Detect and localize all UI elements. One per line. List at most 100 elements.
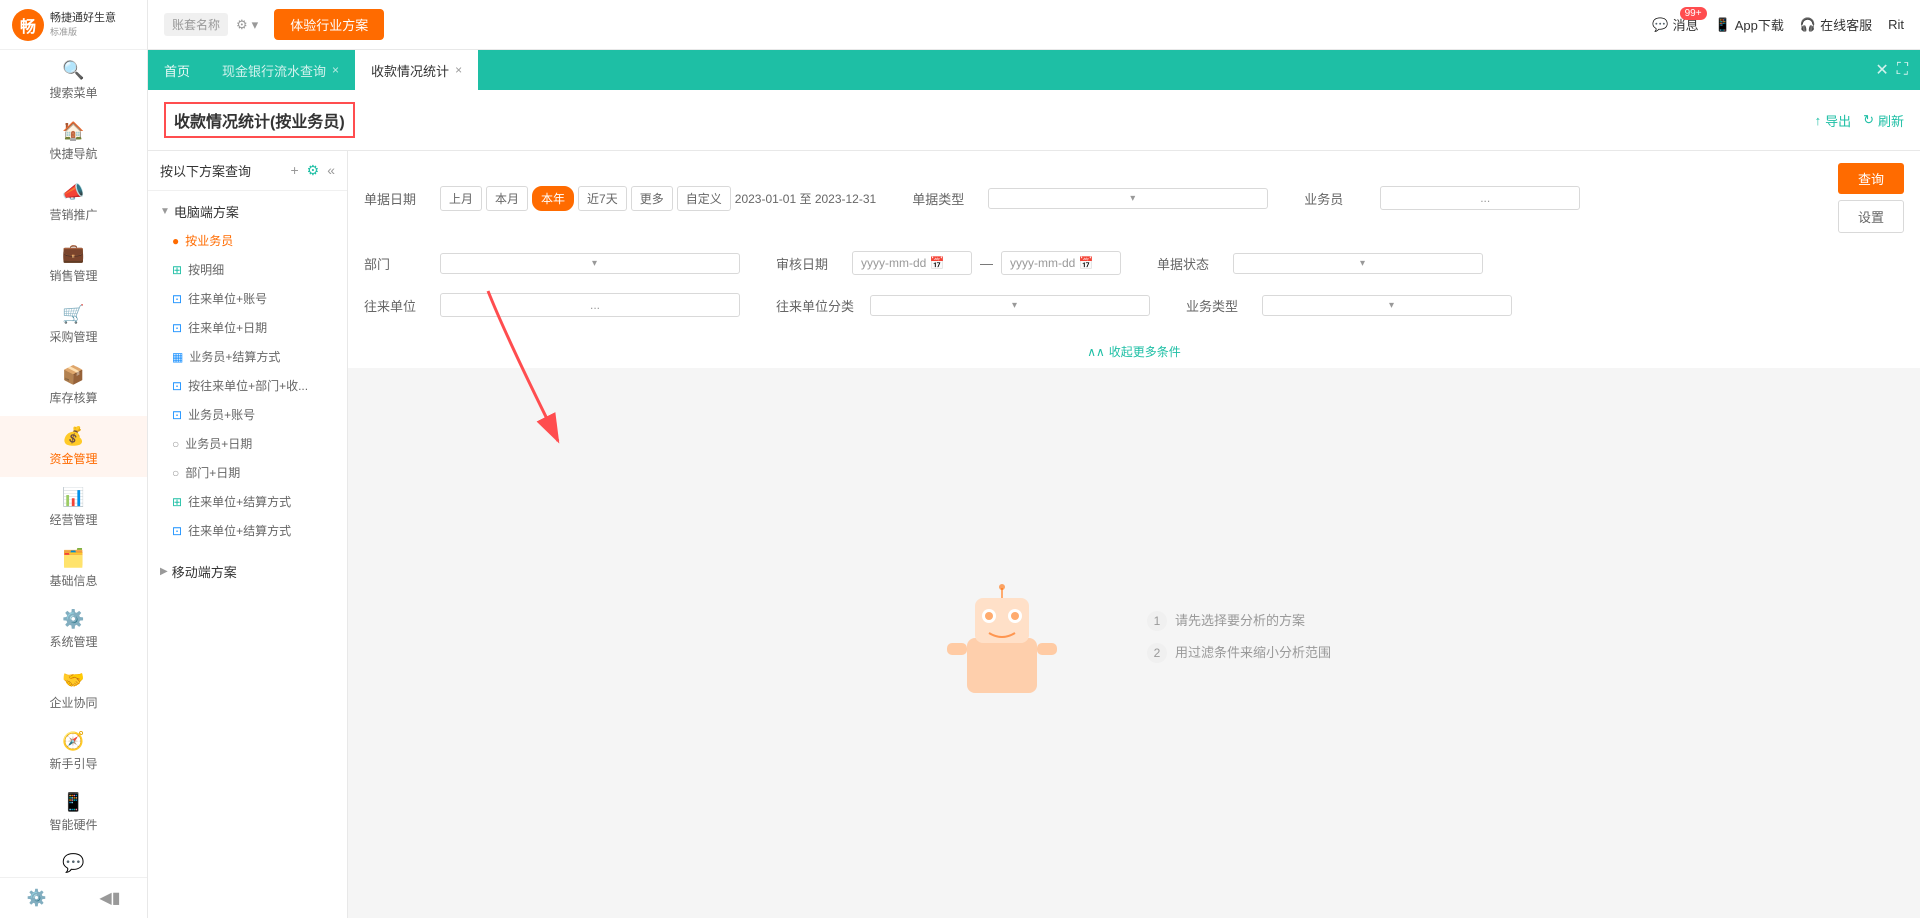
logo-icon: 畅 — [12, 9, 44, 41]
scheme-item-partner-dept-collect[interactable]: ⊡ 按往来单位+部门+收... — [148, 371, 347, 400]
refresh-btn[interactable]: ↻ 刷新 — [1863, 111, 1904, 130]
scheme-group-desktop-header[interactable]: ▼ 电脑端方案 — [148, 197, 347, 226]
scheme-item-by-detail[interactable]: ⊞ 按明细 — [148, 255, 347, 284]
partner-select[interactable]: ... — [440, 293, 740, 317]
sidebar-item-enterprise[interactable]: 🤝 企业协同 — [0, 660, 147, 721]
sidebar-item-search-menu[interactable]: 🔍 搜索菜单 — [0, 50, 147, 111]
scheme-item-icon-4: ▦ — [172, 350, 183, 364]
partner-category-select[interactable]: ▾ — [870, 295, 1150, 316]
hardware-icon: 📱 — [62, 792, 84, 813]
voucher-type-select[interactable]: ▾ — [988, 188, 1268, 209]
date-btn-more[interactable]: 更多 — [631, 186, 673, 211]
empty-state-container: 1 请先选择要分析的方案 2 用过滤条件来缩小分析范围 — [348, 368, 1920, 918]
sidebar-nav: 🔍 搜索菜单 🏠 快捷导航 📣 营销推广 💼 销售管理 🛒 采购管理 📦 库存核… — [0, 50, 147, 877]
tab-collection-stats-close[interactable]: × — [455, 63, 462, 77]
scheme-item-partner-date[interactable]: ⊡ 往来单位+日期 — [148, 313, 347, 342]
date-btn-this-month[interactable]: 本月 — [486, 186, 528, 211]
sidebar-bottom: ⚙️ ◀▮ — [0, 877, 147, 918]
scheme-group-mobile: ▶ 移动端方案 — [148, 551, 347, 592]
tab-collection-stats[interactable]: 收款情况统计 × — [355, 50, 478, 90]
scheme-collapse-btn[interactable]: « — [327, 162, 335, 179]
scheme-group-mobile-header[interactable]: ▶ 移动端方案 — [148, 557, 347, 586]
date-btn-custom[interactable]: 自定义 — [677, 186, 731, 211]
tab-home[interactable]: 首页 — [148, 50, 206, 90]
dept-select[interactable]: ▾ — [440, 253, 740, 274]
date-btn-last-7-days[interactable]: 近7天 — [578, 186, 627, 211]
online-service-btn[interactable]: 🎧 在线客服 — [1800, 15, 1872, 34]
user-avatar[interactable]: Rit — [1888, 17, 1904, 32]
review-date-from-input[interactable]: yyyy-mm-dd 📅 — [852, 251, 972, 275]
salesperson-label: 业务员 — [1304, 189, 1364, 208]
sidebar-item-hardware[interactable]: 📱 智能硬件 — [0, 782, 147, 843]
sidebar-item-purchase[interactable]: 🛒 采购管理 — [0, 294, 147, 355]
empty-steps: 1 请先选择要分析的方案 2 用过滤条件来缩小分析范围 — [1147, 611, 1331, 675]
scheme-item-salesperson-account[interactable]: ⊡ 业务员+账号 — [148, 400, 347, 429]
query-btn[interactable]: 查询 — [1838, 163, 1904, 194]
wechat-icon: 💬 — [62, 853, 84, 874]
calendar-icon: 📅 — [930, 256, 945, 270]
scheme-item-partner-payment2[interactable]: ⊡ 往来单位+结算方式 — [148, 516, 347, 545]
business-type-select[interactable]: ▾ — [1262, 295, 1512, 316]
voucher-status-select[interactable]: ▾ — [1233, 253, 1483, 274]
sidebar-item-wechat[interactable]: 💬 企业微信 — [0, 843, 147, 877]
topbar-dropdown-icon[interactable]: ▾ — [252, 17, 259, 33]
sidebar-item-sales[interactable]: 💼 销售管理 — [0, 233, 147, 294]
partner-more-btn[interactable]: ... — [590, 298, 731, 312]
breadcrumb: 账套名称 — [164, 13, 228, 36]
action-buttons: 查询 设置 — [1838, 163, 1904, 233]
sidebar-item-system[interactable]: ⚙️ 系统管理 — [0, 599, 147, 660]
sidebar-item-operations[interactable]: 📊 经营管理 — [0, 477, 147, 538]
filter-area: 单据日期 上月 本月 本年 近7天 更多 自定义 2023-01-01 至 20… — [348, 151, 1920, 368]
export-btn[interactable]: ↑ 导出 — [1815, 111, 1852, 130]
scheme-item-salesperson-date[interactable]: ○ 业务员+日期 — [148, 429, 347, 458]
empty-robot-icon — [937, 583, 1067, 703]
collapse-more-btn[interactable]: ∧∧ 收起更多条件 — [1087, 343, 1181, 360]
salesperson-more-btn[interactable]: ... — [1480, 191, 1571, 205]
tab-bank-flow-close[interactable]: × — [332, 63, 339, 77]
sales-icon: 💼 — [62, 243, 84, 264]
topbar: 账套名称 ⚙ ▾ 体验行业方案 💬 消息 99+ 📱 App下载 🎧 在线客服 … — [148, 0, 1920, 50]
tabs-actions: ✕ ⛶ — [1875, 60, 1920, 80]
sidebar-item-inventory[interactable]: 📦 库存核算 — [0, 355, 147, 416]
date-btn-this-year[interactable]: 本年 — [532, 186, 574, 211]
tab-bank-flow[interactable]: 现金银行流水查询 × — [206, 50, 355, 90]
scheme-item-by-salesperson[interactable]: ● 按业务员 — [148, 226, 347, 255]
voucher-status-label: 单据状态 — [1157, 254, 1217, 273]
logo-badge: 标准版 — [50, 25, 116, 38]
tabs-bar: 首页 现金银行流水查询 × 收款情况统计 × ✕ ⛶ — [148, 50, 1920, 90]
scheme-settings-btn[interactable]: ⚙ — [307, 162, 320, 179]
dept-arrow: ▾ — [592, 258, 731, 269]
salesperson-select[interactable]: ... — [1380, 186, 1580, 210]
partner-category-arrow: ▾ — [1012, 300, 1141, 311]
date-buttons: 上月 本月 本年 近7天 更多 自定义 2023-01-01 至 2023-12… — [440, 186, 876, 211]
sidebar-item-quick-nav[interactable]: 🏠 快捷导航 — [0, 111, 147, 172]
tabs-expand-icon[interactable]: ⛶ — [1897, 61, 1908, 79]
scheme-item-icon-5: ⊡ — [172, 379, 182, 393]
sidebar-item-marketing[interactable]: 📣 营销推广 — [0, 172, 147, 233]
messages-btn[interactable]: 💬 消息 99+ — [1652, 15, 1698, 34]
scheme-item-partner-payment[interactable]: ⊞ 往来单位+结算方式 — [148, 487, 347, 516]
trial-btn[interactable]: 体验行业方案 — [274, 9, 384, 40]
tabs-close-all-icon[interactable]: ✕ — [1875, 60, 1888, 80]
empty-step-1: 1 请先选择要分析的方案 — [1147, 611, 1331, 631]
scheme-item-icon-9: ⊞ — [172, 495, 182, 509]
scheme-item-partner-account[interactable]: ⊡ 往来单位+账号 — [148, 284, 347, 313]
scheme-item-icon-1: ⊞ — [172, 263, 182, 277]
scheme-item-dept-date[interactable]: ○ 部门+日期 — [148, 458, 347, 487]
date-btn-last-month[interactable]: 上月 — [440, 186, 482, 211]
sidebar-item-guide[interactable]: 🧭 新手引导 — [0, 721, 147, 782]
phone-icon: 📱 — [1715, 17, 1731, 33]
sidebar-item-finance[interactable]: 💰 资金管理 — [0, 416, 147, 477]
scheme-add-btn[interactable]: + — [290, 162, 298, 179]
filter-settings-btn[interactable]: 设置 — [1838, 200, 1904, 233]
sidebar-item-base-info[interactable]: 🗂️ 基础信息 — [0, 538, 147, 599]
sidebar-collapse-btn[interactable]: ◀▮ — [99, 888, 120, 908]
review-date-to-input[interactable]: yyyy-mm-dd 📅 — [1001, 251, 1121, 275]
app-download-btn[interactable]: 📱 App下载 — [1715, 15, 1784, 34]
scheme-header-actions: + ⚙ « — [290, 162, 335, 179]
voucher-type-arrow: ▾ — [1130, 193, 1259, 204]
topbar-settings-icon[interactable]: ⚙ — [236, 17, 248, 33]
sidebar-settings-btn[interactable]: ⚙️ — [26, 888, 46, 908]
search-menu-icon: 🔍 — [62, 60, 84, 81]
scheme-item-salesperson-payment[interactable]: ▦ 业务员+结算方式 — [148, 342, 347, 371]
